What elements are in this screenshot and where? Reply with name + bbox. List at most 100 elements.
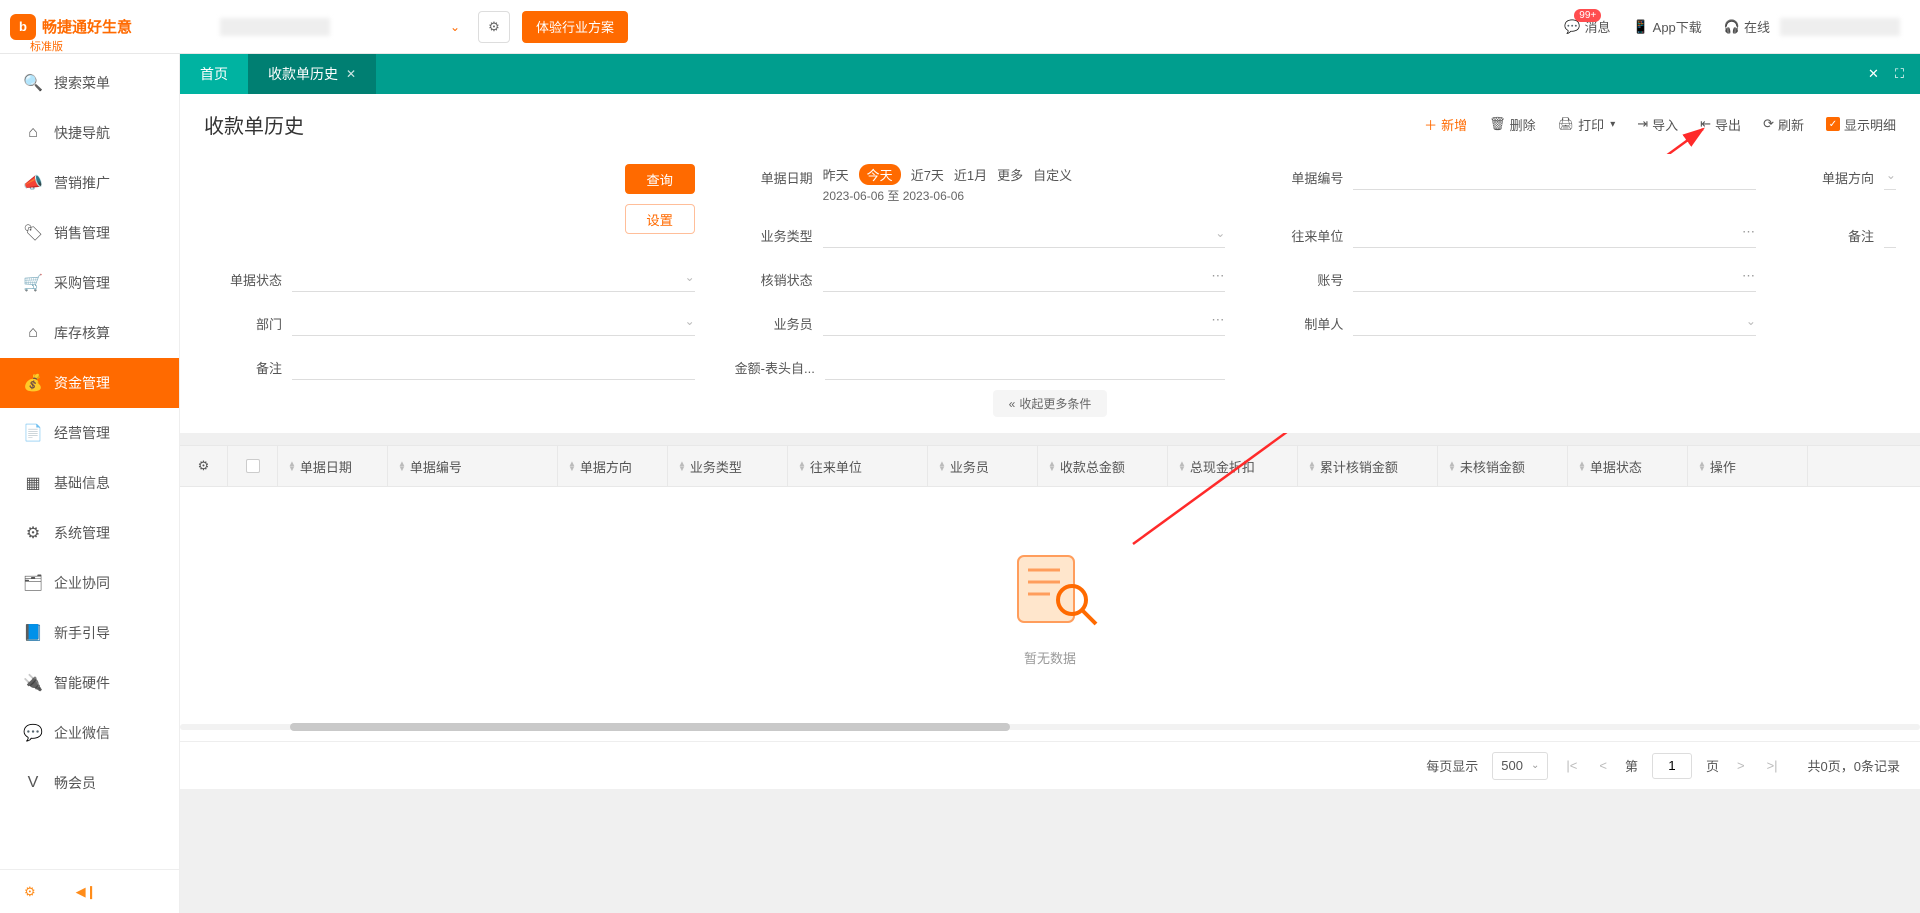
column-header-7[interactable]: ▲▼总现金折扣 <box>1168 446 1298 486</box>
sidebar-item-10[interactable]: 🗂企业协同 <box>0 558 179 608</box>
support-link[interactable]: 🎧 在线 <box>1724 17 1900 36</box>
date-shortcut-1[interactable]: 今天 <box>859 164 901 185</box>
column-header-0[interactable]: ▲▼单据日期 <box>278 446 388 486</box>
first-page-button[interactable]: |< <box>1562 758 1581 773</box>
sidebar-item-2[interactable]: 📣营销推广 <box>0 158 179 208</box>
add-button[interactable]: ＋新增 <box>1424 115 1467 134</box>
date-shortcut-5[interactable]: 自定义 <box>1033 165 1072 184</box>
input-doc-no[interactable] <box>1353 164 1756 190</box>
sidebar-item-9[interactable]: ⚙系统管理 <box>0 508 179 558</box>
column-header-10[interactable]: ▲▼单据状态 <box>1568 446 1688 486</box>
sidebar-item-5[interactable]: ⌂库存核算 <box>0 308 179 358</box>
tab-receipt-history[interactable]: 收款单历史 ✕ <box>248 54 376 94</box>
chevron-down-icon[interactable]: ⌄ <box>1886 168 1896 182</box>
close-tab-icon[interactable]: ✕ <box>1868 66 1879 82</box>
column-header-5[interactable]: ▲▼业务员 <box>928 446 1038 486</box>
column-header-9[interactable]: ▲▼未核销金额 <box>1438 446 1568 486</box>
sidebar-item-1[interactable]: ⌂快捷导航 <box>0 108 179 158</box>
input-biz-type[interactable] <box>823 222 1226 248</box>
input-remark[interactable] <box>1884 222 1896 248</box>
sidebar-item-13[interactable]: 💬企业微信 <box>0 708 179 758</box>
collapse-sidebar-icon[interactable]: ◀❙ <box>76 884 97 900</box>
more-icon[interactable]: ⋯ <box>1742 224 1756 240</box>
sort-icon[interactable]: ▲▼ <box>1698 461 1706 471</box>
export-button[interactable]: ⇤导出 <box>1700 115 1741 134</box>
settings-icon[interactable]: ⚙ <box>24 884 36 900</box>
app-download-link[interactable]: 📱 App下载 <box>1632 17 1701 36</box>
sidebar-item-7[interactable]: 📄经营管理 <box>0 408 179 458</box>
close-icon[interactable]: ✕ <box>346 67 356 81</box>
checkbox-icon[interactable] <box>246 459 260 473</box>
column-header-8[interactable]: ▲▼累计核销金额 <box>1298 446 1438 486</box>
sort-icon[interactable]: ▲▼ <box>678 461 686 471</box>
sort-icon[interactable]: ▲▼ <box>398 461 406 471</box>
sidebar-item-4[interactable]: 🛒采购管理 <box>0 258 179 308</box>
sidebar-item-11[interactable]: 📘新手引导 <box>0 608 179 658</box>
sidebar-item-14[interactable]: V畅会员 <box>0 758 179 808</box>
show-detail-toggle[interactable]: ✓显示明细 <box>1826 115 1896 134</box>
input-doc-status[interactable] <box>292 266 695 292</box>
sidebar-item-6[interactable]: 💰资金管理 <box>0 358 179 408</box>
next-page-button[interactable]: > <box>1733 758 1749 773</box>
input-amount[interactable] <box>825 354 1226 380</box>
more-icon[interactable]: ⋯ <box>1211 312 1225 328</box>
search-button[interactable]: 查询 <box>625 164 695 194</box>
input-account[interactable] <box>1353 266 1756 292</box>
input-verify-status[interactable] <box>823 266 1226 292</box>
chevron-down-icon[interactable]: ⌄ <box>685 270 695 284</box>
chevron-down-icon[interactable]: ⌄ <box>1215 226 1225 240</box>
scroll-thumb[interactable] <box>290 723 1010 731</box>
more-icon[interactable]: ⋯ <box>1742 268 1756 284</box>
column-header-1[interactable]: ▲▼单据编号 <box>388 446 558 486</box>
messages-link[interactable]: 💬 消息 99+ <box>1564 17 1610 36</box>
sort-icon[interactable]: ▲▼ <box>1178 461 1186 471</box>
sidebar-item-0[interactable]: 🔍搜索菜单 <box>0 58 179 108</box>
per-page-select[interactable]: 500 ⌄ <box>1492 752 1548 780</box>
prev-page-button[interactable]: < <box>1595 758 1611 773</box>
delete-button[interactable]: 🗑删除 <box>1489 115 1536 134</box>
select-all-cell[interactable] <box>228 446 278 486</box>
page-input[interactable] <box>1652 753 1692 779</box>
input-dept[interactable] <box>292 310 695 336</box>
date-shortcut-4[interactable]: 更多 <box>997 165 1023 184</box>
sort-icon[interactable]: ▲▼ <box>798 461 806 471</box>
refresh-button[interactable]: ⟳刷新 <box>1763 115 1804 134</box>
column-header-3[interactable]: ▲▼业务类型 <box>668 446 788 486</box>
sort-icon[interactable]: ▲▼ <box>1448 461 1456 471</box>
chevron-down-icon[interactable]: ⌄ <box>1746 314 1756 328</box>
input-clerk[interactable] <box>823 310 1226 336</box>
sidebar-item-12[interactable]: 🔌智能硬件 <box>0 658 179 708</box>
sort-icon[interactable]: ▲▼ <box>1308 461 1316 471</box>
sort-icon[interactable]: ▲▼ <box>938 461 946 471</box>
sort-icon[interactable]: ▲▼ <box>1578 461 1586 471</box>
input-partner[interactable] <box>1353 222 1756 248</box>
date-shortcut-2[interactable]: 近7天 <box>911 165 944 184</box>
sort-icon[interactable]: ▲▼ <box>288 461 296 471</box>
date-shortcut-3[interactable]: 近1月 <box>954 165 987 184</box>
sort-icon[interactable]: ▲▼ <box>1048 461 1056 471</box>
import-button[interactable]: ⇥导入 <box>1637 115 1678 134</box>
sort-icon[interactable]: ▲▼ <box>568 461 576 471</box>
tab-home[interactable]: 首页 <box>180 54 248 94</box>
column-settings-button[interactable]: ⚙ <box>180 446 228 486</box>
column-header-6[interactable]: ▲▼收款总金额 <box>1038 446 1168 486</box>
chevron-down-icon[interactable]: ⌄ <box>685 314 695 328</box>
org-selector[interactable]: ⌄ <box>210 11 470 43</box>
input-remark2[interactable] <box>292 354 695 380</box>
print-button[interactable]: 🖨打印▾ <box>1558 115 1616 134</box>
input-creator[interactable] <box>1353 310 1756 336</box>
column-header-11[interactable]: ▲▼操作 <box>1688 446 1808 486</box>
sidebar-item-3[interactable]: 🏷销售管理 <box>0 208 179 258</box>
fullscreen-icon[interactable]: ⛶ <box>1895 66 1904 82</box>
column-header-4[interactable]: ▲▼往来单位 <box>788 446 928 486</box>
org-settings-button[interactable]: ⚙ <box>478 11 510 43</box>
last-page-button[interactable]: >| <box>1763 758 1782 773</box>
sidebar-item-8[interactable]: ▦基础信息 <box>0 458 179 508</box>
horizontal-scrollbar[interactable] <box>180 721 1920 733</box>
filter-settings-button[interactable]: 设置 <box>625 204 695 234</box>
column-header-2[interactable]: ▲▼单据方向 <box>558 446 668 486</box>
date-shortcut-0[interactable]: 昨天 <box>823 165 849 184</box>
try-industry-button[interactable]: 体验行业方案 <box>522 11 628 43</box>
more-icon[interactable]: ⋯ <box>1211 268 1225 284</box>
collapse-filters-button[interactable]: « 收起更多条件 <box>993 390 1108 417</box>
